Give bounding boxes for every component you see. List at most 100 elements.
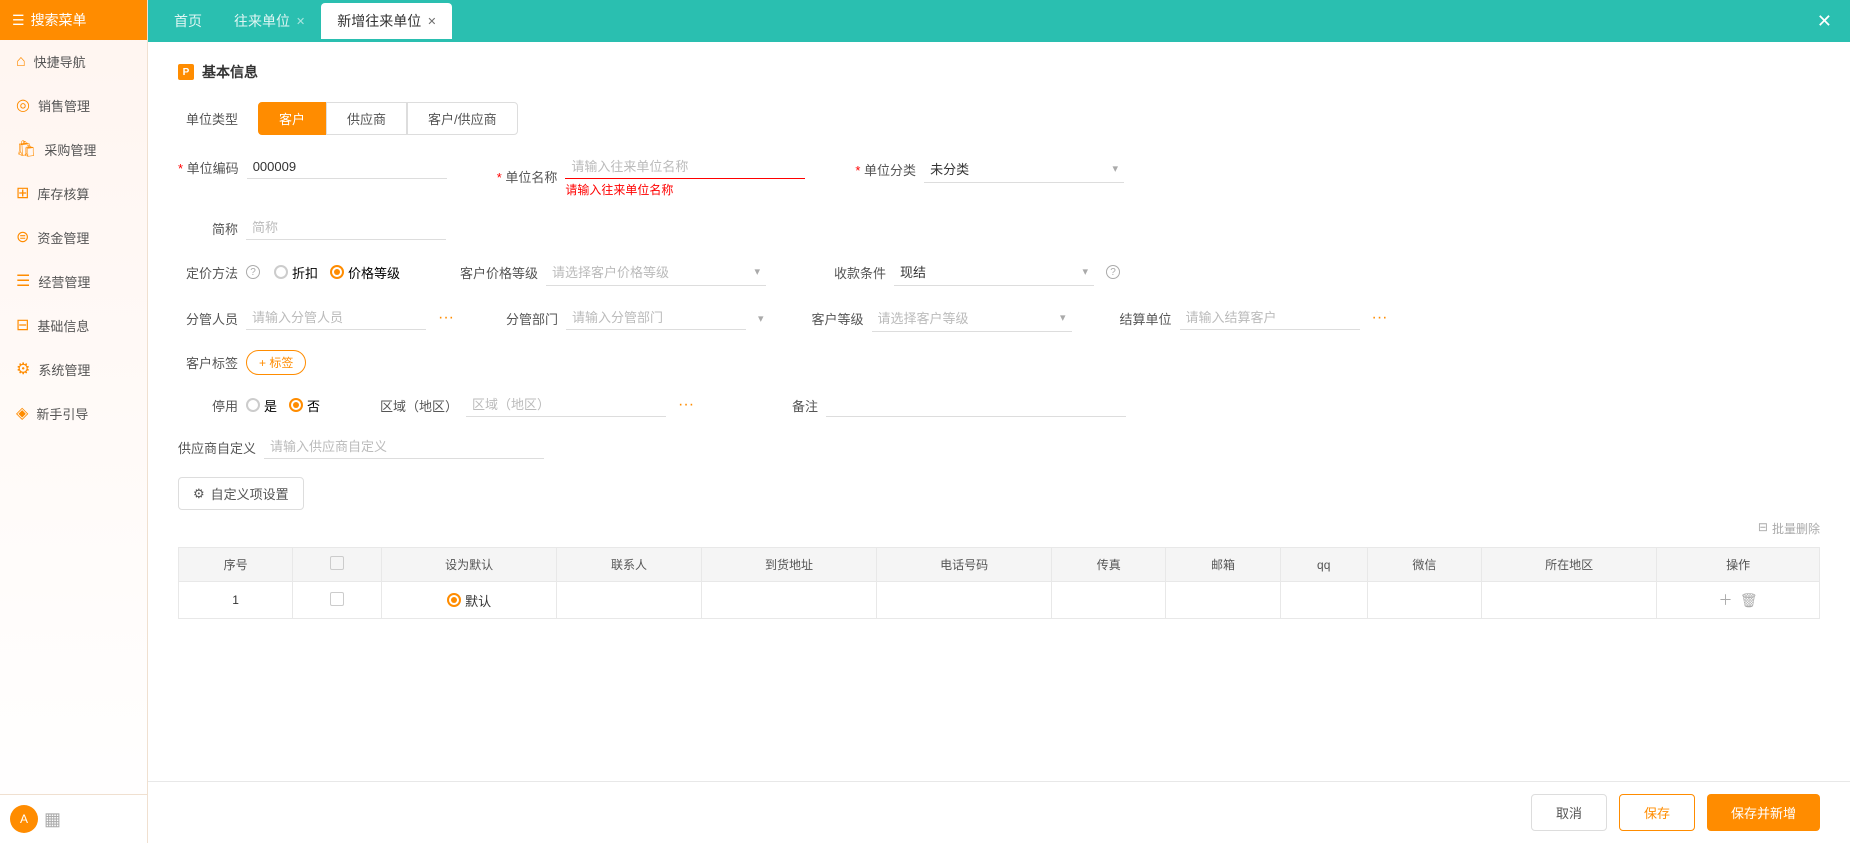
- inventory-icon: ⊞: [16, 183, 29, 203]
- tab-home[interactable]: 首页: [158, 3, 218, 39]
- cell-phone[interactable]: [877, 582, 1052, 619]
- settlement-input[interactable]: [1180, 306, 1360, 330]
- radio-price-level[interactable]: 价格等级: [330, 263, 400, 282]
- section-title: 基本信息: [202, 62, 258, 82]
- manager-field: 分管人员 ···: [178, 306, 458, 330]
- cell-seq: 1: [179, 582, 293, 619]
- remarks-input[interactable]: [826, 393, 1126, 417]
- cell-email[interactable]: [1166, 582, 1280, 619]
- sidebar: ☰ 搜索菜单 ⌂ 快捷导航 ◎ 销售管理 🛍 采购管理 ⊞ 库存核算 ⊜ 资金管…: [0, 0, 148, 843]
- type-btn-supplier[interactable]: 供应商: [326, 102, 407, 135]
- col-wechat: 微信: [1367, 548, 1481, 582]
- col-region: 所在地区: [1482, 548, 1657, 582]
- sidebar-item-purchase[interactable]: 🛍 采购管理: [0, 127, 147, 171]
- unit-type-button-group: 客户 供应商 客户/供应商: [258, 102, 518, 135]
- payment-info-icon[interactable]: ?: [1106, 265, 1120, 279]
- operations-icon: ☰: [16, 271, 30, 291]
- col-contact: 联系人: [557, 548, 702, 582]
- cell-fax[interactable]: [1052, 582, 1166, 619]
- cell-contact[interactable]: [557, 582, 702, 619]
- sidebar-item-system[interactable]: ⚙ 系统管理: [0, 347, 147, 391]
- cell-default: 默认: [382, 582, 557, 619]
- unit-code-input[interactable]: [247, 155, 447, 179]
- supplier-custom-field: 供应商自定义: [178, 435, 544, 459]
- short-name-label: 简称: [178, 219, 238, 238]
- supplier-custom-input[interactable]: [264, 435, 544, 459]
- region-more-btn[interactable]: ···: [674, 396, 698, 414]
- radio-yes-circle: [246, 398, 260, 412]
- col-default: 设为默认: [382, 548, 557, 582]
- window-close-button[interactable]: ✕: [1809, 11, 1840, 32]
- form-content: P 基本信息 单位类型 客户 供应商 客户/供应商 单位编码 单位名称 请输入往…: [148, 42, 1850, 781]
- disable-region-row: 停用 是 否 区域（地区） ··· 备注: [178, 393, 1820, 417]
- tab-partners[interactable]: 往来单位 ✕: [218, 3, 321, 39]
- customer-price-level-select[interactable]: 请选择客户价格等级 ▾: [546, 258, 766, 286]
- sidebar-search[interactable]: ☰ 搜索菜单: [0, 0, 147, 40]
- pricing-row: 定价方法 ? 折扣 价格等级 客户价格等级 请选择客户价格等级: [178, 258, 1820, 286]
- code-name-category-row: 单位编码 单位名称 请输入往来单位名称 单位分类 未分类 ▾: [178, 155, 1820, 198]
- row-default-label: 默认: [465, 591, 491, 610]
- sidebar-item-quick-nav[interactable]: ⌂ 快捷导航: [0, 40, 147, 83]
- sidebar-item-finance[interactable]: ⊜ 资金管理: [0, 215, 147, 259]
- short-name-row: 简称: [178, 216, 1820, 240]
- manager-label: 分管人员: [178, 309, 238, 328]
- cell-wechat[interactable]: [1367, 582, 1481, 619]
- sidebar-item-basics[interactable]: ⊟ 基础信息: [0, 303, 147, 347]
- batch-delete-row: ⊟ 批量删除: [178, 520, 1820, 537]
- manager-input[interactable]: [246, 306, 426, 330]
- row-default-radio[interactable]: 默认: [392, 591, 546, 610]
- manager-more-btn[interactable]: ···: [434, 309, 458, 327]
- save-button[interactable]: 保存: [1619, 794, 1695, 831]
- sidebar-item-guide[interactable]: ◈ 新手引导: [0, 391, 147, 435]
- avatar-text: A: [20, 812, 28, 826]
- payment-terms-select[interactable]: 现结 ▾: [894, 258, 1094, 286]
- custom-settings-button[interactable]: ⚙ 自定义项设置: [178, 477, 304, 510]
- radio-yes[interactable]: 是: [246, 396, 277, 415]
- section-header: P 基本信息: [178, 62, 1820, 82]
- sidebar-item-inventory[interactable]: ⊞ 库存核算: [0, 171, 147, 215]
- save-new-button[interactable]: 保存并新增: [1707, 794, 1820, 831]
- tab-new-partner[interactable]: 新增往来单位 ✕: [321, 3, 452, 39]
- header-checkbox[interactable]: [330, 556, 344, 570]
- unit-name-input[interactable]: [565, 155, 805, 179]
- department-input[interactable]: [566, 306, 746, 330]
- tab-partners-close[interactable]: ✕: [296, 15, 305, 28]
- payment-terms-arrow: ▾: [1083, 265, 1089, 278]
- type-btn-both[interactable]: 客户/供应商: [407, 102, 518, 135]
- row-delete-icon[interactable]: 🗑: [1740, 592, 1758, 608]
- short-name-input[interactable]: [246, 216, 446, 240]
- sidebar-item-operations[interactable]: ☰ 经营管理: [0, 259, 147, 303]
- pricing-info-icon[interactable]: ?: [246, 265, 260, 279]
- tab-new-partner-close[interactable]: ✕: [427, 15, 436, 28]
- row-checkbox[interactable]: [330, 592, 344, 606]
- cell-address[interactable]: [701, 582, 876, 619]
- contact-table: 序号 设为默认 联系人 到货地址 电话号码 传真 邮箱 qq 微信 所在地区 操…: [178, 547, 1820, 619]
- col-checkbox: [293, 548, 382, 582]
- unit-category-value: 未分类: [930, 159, 969, 178]
- customer-level-select[interactable]: 请选择客户等级 ▾: [872, 304, 1072, 332]
- region-input[interactable]: [466, 393, 666, 417]
- customer-price-level-placeholder: 请选择客户价格等级: [552, 262, 669, 281]
- unit-category-select[interactable]: 未分类 ▾: [924, 155, 1124, 183]
- add-tag-button[interactable]: + 标签: [246, 350, 306, 375]
- settlement-label: 结算单位: [1112, 309, 1172, 328]
- search-icon: ☰: [12, 12, 25, 29]
- radio-discount[interactable]: 折扣: [274, 263, 318, 282]
- batch-delete-label[interactable]: 批量删除: [1772, 520, 1820, 537]
- type-btn-customer[interactable]: 客户: [258, 102, 326, 135]
- custom-settings-wrap: ⚙ 自定义项设置: [178, 477, 1820, 510]
- purchase-icon: 🛍: [16, 139, 36, 159]
- customer-price-level-field: 客户价格等级 请选择客户价格等级 ▾: [460, 258, 766, 286]
- sidebar-item-sales[interactable]: ◎ 销售管理: [0, 83, 147, 127]
- customer-price-level-arrow: ▾: [755, 265, 761, 278]
- customer-level-field: 客户等级 请选择客户等级 ▾: [804, 304, 1072, 332]
- cell-region[interactable]: [1482, 582, 1657, 619]
- unit-name-field: 单位名称 请输入往来单位名称: [497, 155, 806, 198]
- sidebar-avatar: A: [10, 805, 38, 833]
- radio-no[interactable]: 否: [289, 396, 320, 415]
- cancel-button[interactable]: 取消: [1531, 794, 1607, 831]
- cell-qq[interactable]: [1280, 582, 1367, 619]
- settlement-more-btn[interactable]: ···: [1368, 309, 1392, 327]
- row-add-icon[interactable]: ＋: [1719, 592, 1733, 608]
- main-content: 首页 往来单位 ✕ 新增往来单位 ✕ ✕ P 基本信息 单位类型 客户 供应商 …: [148, 0, 1850, 843]
